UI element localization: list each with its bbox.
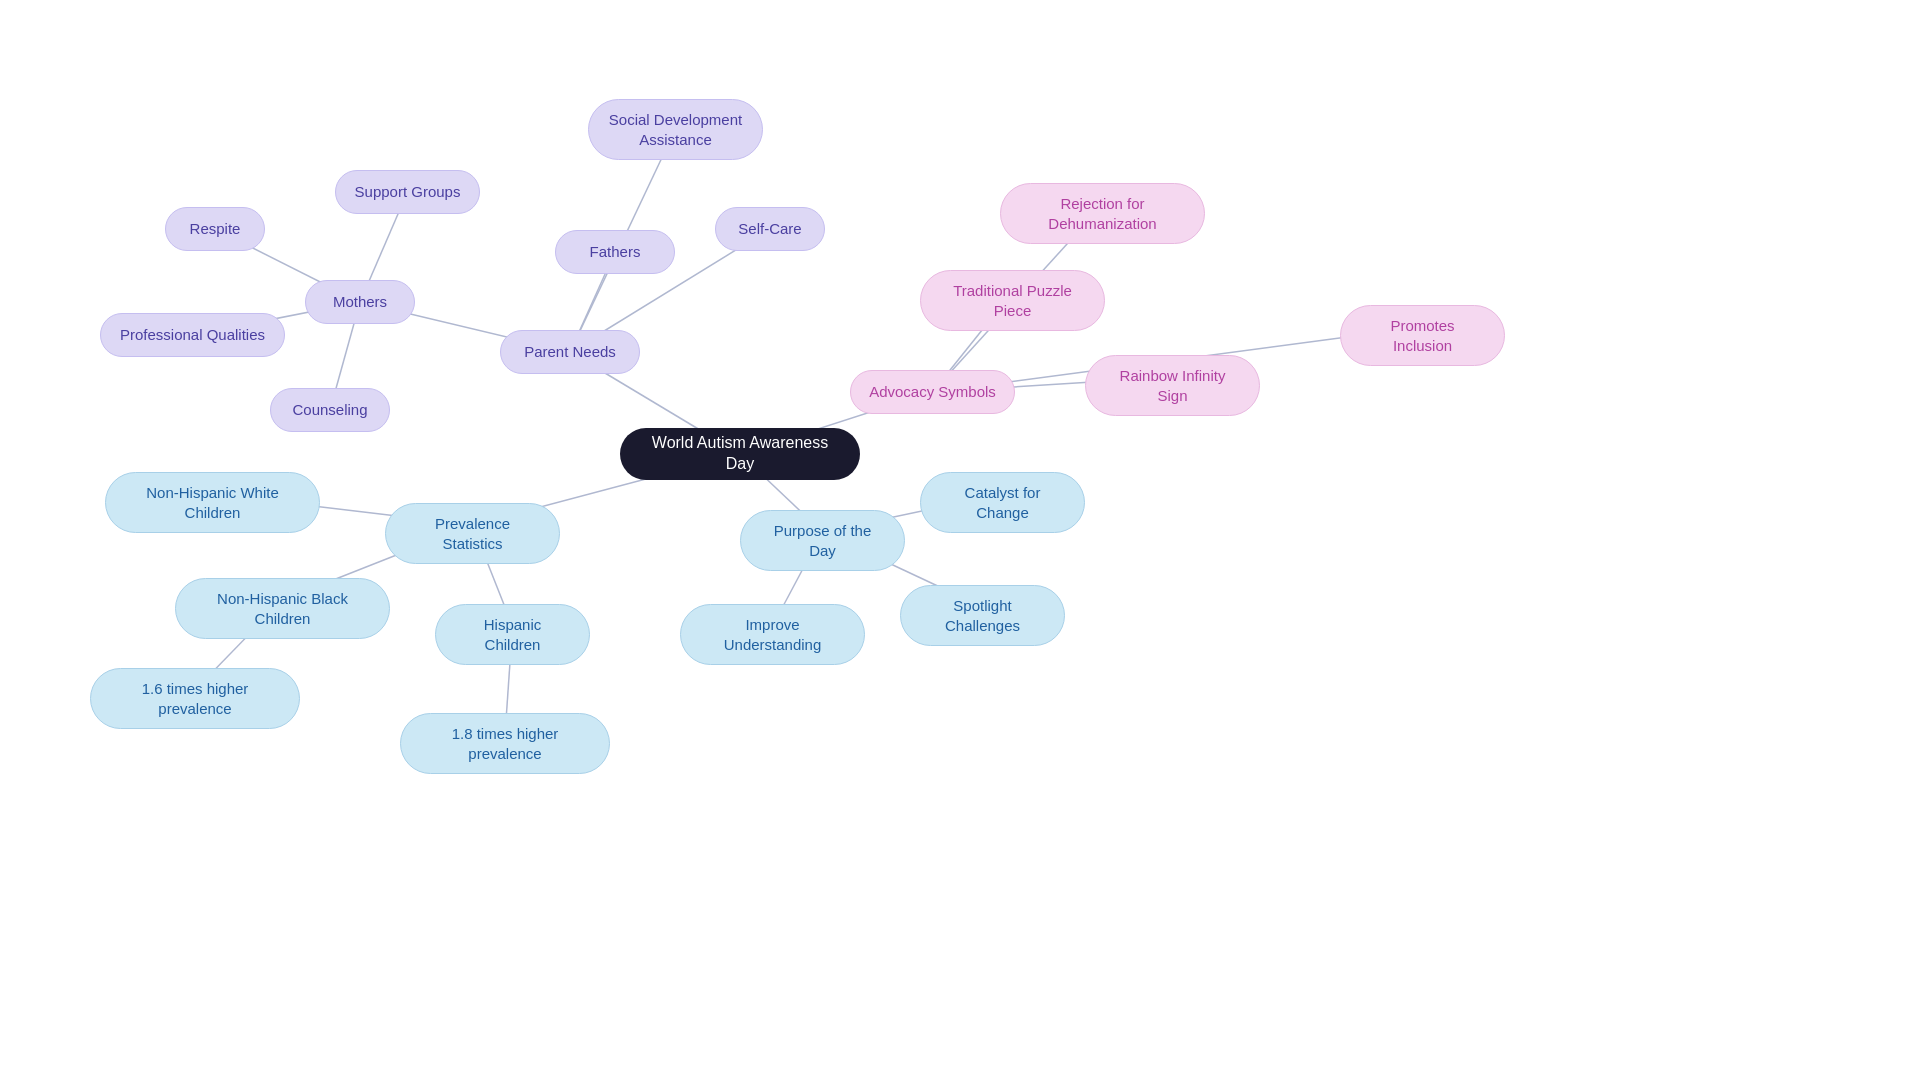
node-hispanic_children[interactable]: Hispanic Children bbox=[435, 604, 590, 665]
node-improve_understanding[interactable]: Improve Understanding bbox=[680, 604, 865, 665]
node-rejection_dehumanization[interactable]: Rejection for Dehumanization bbox=[1000, 183, 1205, 244]
mind-map: World Autism Awareness Day Social Develop… bbox=[0, 0, 1920, 1083]
node-support_groups[interactable]: Support Groups bbox=[335, 170, 480, 214]
node-traditional_puzzle[interactable]: Traditional Puzzle Piece bbox=[920, 270, 1105, 331]
node-spotlight_challenges[interactable]: Spotlight Challenges bbox=[900, 585, 1065, 646]
connections-svg bbox=[0, 0, 1920, 1083]
node-prevalence_18[interactable]: 1.8 times higher prevalence bbox=[400, 713, 610, 774]
node-self_care[interactable]: Self-Care bbox=[715, 207, 825, 251]
node-purpose_of_day[interactable]: Purpose of the Day bbox=[740, 510, 905, 571]
node-counseling[interactable]: Counseling bbox=[270, 388, 390, 432]
node-parent_needs[interactable]: Parent Needs bbox=[500, 330, 640, 374]
node-catalyst_for_change[interactable]: Catalyst for Change bbox=[920, 472, 1085, 533]
node-mothers[interactable]: Mothers bbox=[305, 280, 415, 324]
node-fathers[interactable]: Fathers bbox=[555, 230, 675, 274]
node-prevalence_16[interactable]: 1.6 times higher prevalence bbox=[90, 668, 300, 729]
node-advocacy_symbols[interactable]: Advocacy Symbols bbox=[850, 370, 1015, 414]
node-social_development[interactable]: Social Development Assistance bbox=[588, 99, 763, 160]
node-promotes_inclusion[interactable]: Promotes Inclusion bbox=[1340, 305, 1505, 366]
node-rainbow_infinity[interactable]: Rainbow Infinity Sign bbox=[1085, 355, 1260, 416]
node-respite[interactable]: Respite bbox=[165, 207, 265, 251]
node-non_hispanic_black[interactable]: Non-Hispanic Black Children bbox=[175, 578, 390, 639]
node-non_hispanic_white[interactable]: Non-Hispanic White Children bbox=[105, 472, 320, 533]
node-professional_qualities[interactable]: Professional Qualities bbox=[100, 313, 285, 357]
node-prevalence_statistics[interactable]: Prevalence Statistics bbox=[385, 503, 560, 564]
center-node: World Autism Awareness Day bbox=[620, 428, 860, 480]
